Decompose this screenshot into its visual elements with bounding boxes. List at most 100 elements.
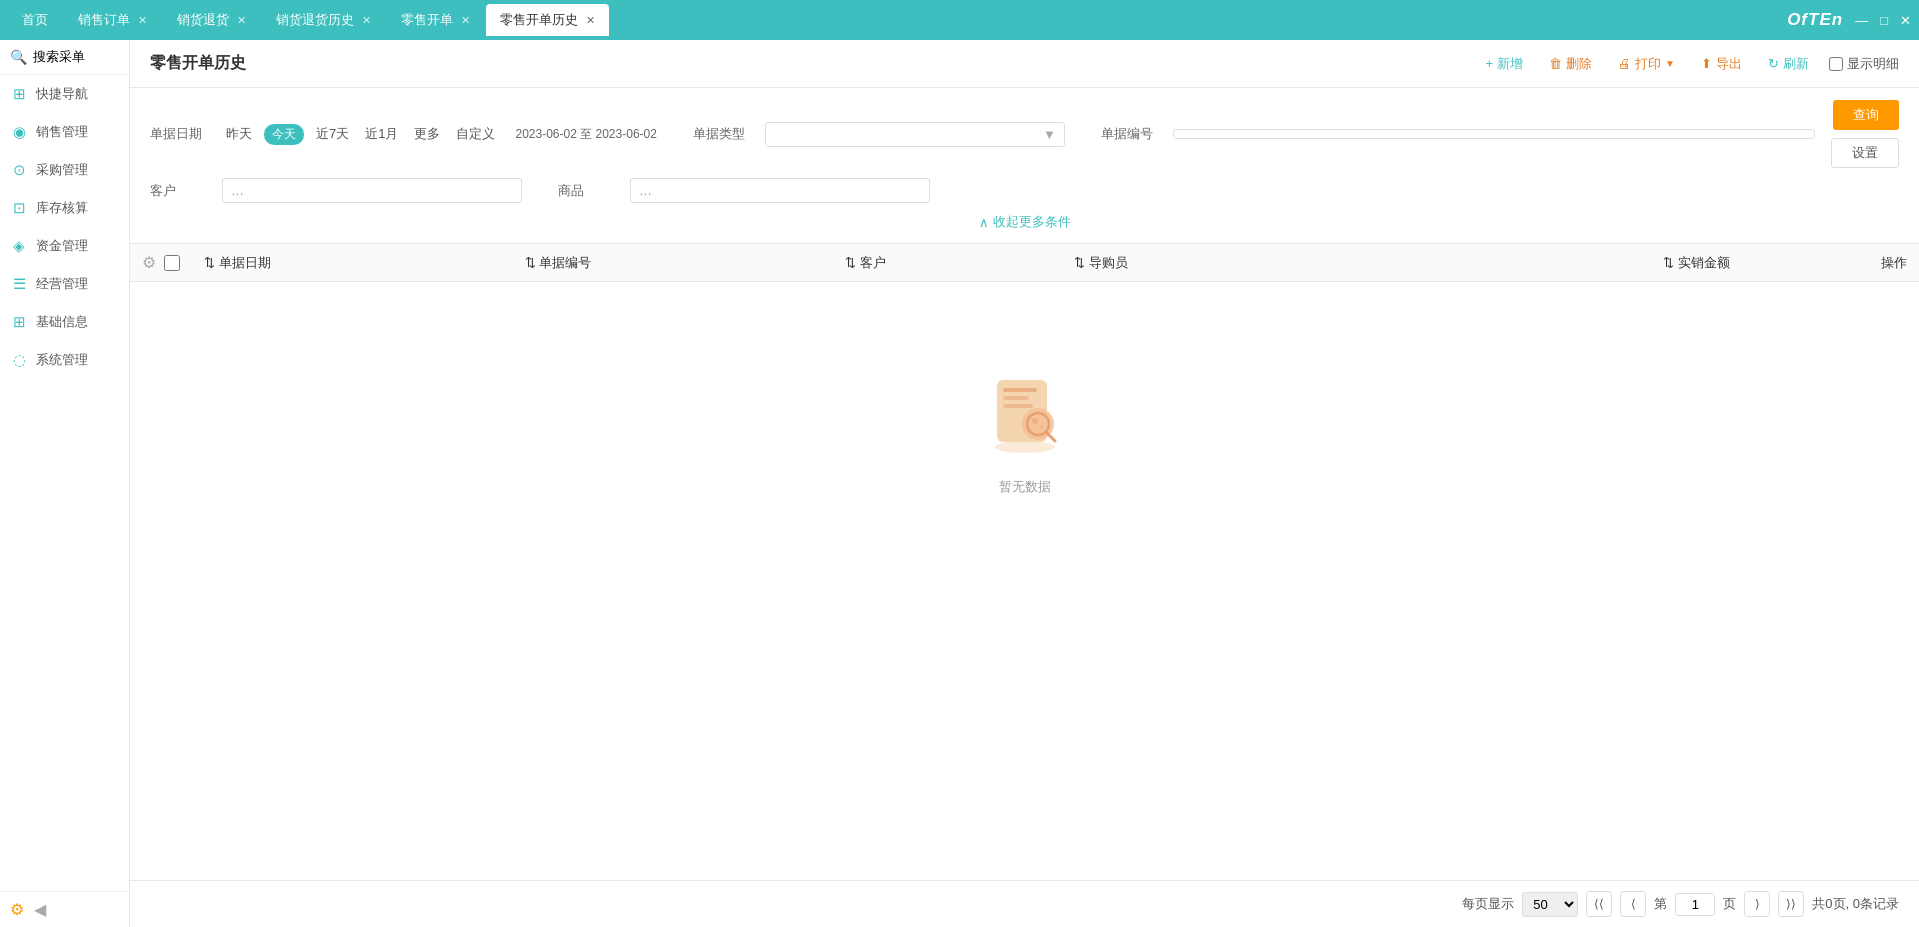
show-detail-toggle[interactable]: 显示明细 [1829, 55, 1899, 73]
date-opt-more[interactable]: 更多 [410, 124, 444, 144]
date-range-display: 2023-06-02 至 2023-06-02 [515, 126, 656, 143]
sidebar-item-sales-mgmt-label: 销售管理 [36, 123, 88, 141]
empty-icon [975, 362, 1075, 462]
tab-retail-history[interactable]: 零售开单历史 ✕ [486, 4, 609, 36]
tab-retail-history-label: 零售开单历史 [500, 11, 578, 29]
date-label: 单据日期 [150, 125, 206, 143]
sidebar: 🔍 搜索采单 ⊞ 快捷导航 ◉ 销售管理 ⊙ 采购管理 ⊡ 库存核算 ◈ 资金管 [0, 40, 130, 927]
tab-retail-open-close[interactable]: ✕ [461, 14, 470, 27]
window-minimize[interactable]: — [1855, 13, 1868, 28]
print-button[interactable]: 🖨 打印 ▼ [1612, 51, 1681, 77]
type-select[interactable]: ▼ [765, 122, 1065, 147]
operations-icon: ☰ [10, 275, 28, 293]
tab-home[interactable]: 首页 [8, 4, 62, 36]
table-settings-icon[interactable]: ⚙ [142, 253, 156, 272]
number-input[interactable] [1173, 129, 1815, 139]
show-detail-checkbox[interactable] [1829, 57, 1843, 71]
th-salesperson: ⇅ 导购员 [1062, 244, 1337, 282]
tab-sales-return[interactable]: 销货退货 ✕ [163, 4, 260, 36]
table-body: 暂无数据 [130, 282, 1919, 557]
export-button[interactable]: ⬆ 导出 [1695, 51, 1748, 77]
table-select-all[interactable] [164, 255, 180, 271]
date-opt-yesterday[interactable]: 昨天 [222, 124, 256, 144]
refresh-icon: ↻ [1768, 56, 1779, 71]
th-customer-text: 客户 [860, 255, 886, 270]
date-opt-today[interactable]: 今天 [264, 124, 304, 145]
tab-sales-return-history[interactable]: 销货退货历史 ✕ [262, 4, 385, 36]
sidebar-item-basic-info[interactable]: ⊞ 基础信息 [0, 303, 129, 341]
sidebar-item-system[interactable]: ◌ 系统管理 [0, 341, 129, 379]
th-salesperson-sort[interactable]: ⇅ [1074, 255, 1089, 270]
sidebar-item-quick-nav[interactable]: ⊞ 快捷导航 [0, 75, 129, 113]
tab-sales-return-history-label: 销货退货历史 [276, 11, 354, 29]
delete-icon: 🗑 [1549, 56, 1562, 71]
goods-input[interactable]: … [630, 178, 930, 203]
refresh-label: 刷新 [1783, 55, 1809, 73]
tab-sales-return-close[interactable]: ✕ [237, 14, 246, 27]
th-amount-sort[interactable]: ⇅ [1663, 255, 1678, 270]
svg-rect-3 [1003, 396, 1029, 400]
tab-sales-order-close[interactable]: ✕ [138, 14, 147, 27]
query-button[interactable]: 查询 [1833, 100, 1899, 130]
sidebar-item-inventory[interactable]: ⊡ 库存核算 [0, 189, 129, 227]
th-number: ⇅ 单据编号 [513, 244, 834, 282]
brand-logo: OfTEn [1787, 10, 1843, 30]
refresh-button[interactable]: ↻ 刷新 [1762, 51, 1815, 77]
delete-button[interactable]: 🗑 删除 [1543, 51, 1598, 77]
sidebar-search-label: 搜索采单 [33, 48, 85, 66]
tab-sales-return-history-close[interactable]: ✕ [362, 14, 371, 27]
per-page-select[interactable]: 50 10 20 100 [1522, 892, 1578, 917]
collapse-button[interactable]: ∧ 收起更多条件 [979, 213, 1071, 231]
sidebar-item-operations[interactable]: ☰ 经营管理 [0, 265, 129, 303]
sidebar-item-finance[interactable]: ◈ 资金管理 [0, 227, 129, 265]
pagination: 每页显示 50 10 20 100 ⟨⟨ ⟨ 第 页 ⟩ ⟩⟩ 共0页, 0条记… [130, 880, 1919, 927]
page-number-input[interactable] [1675, 893, 1715, 916]
add-button[interactable]: + 新增 [1480, 51, 1530, 77]
svg-point-0 [995, 441, 1055, 453]
th-customer-sort[interactable]: ⇅ [845, 255, 860, 270]
page-title: 零售开单历史 [150, 53, 246, 74]
customer-input[interactable]: … [222, 178, 522, 203]
filter-row-1: 单据日期 昨天 今天 近7天 近1月 更多 自定义 2023-06-02 至 2… [150, 100, 1899, 168]
collapse-label: 收起更多条件 [993, 213, 1071, 231]
tab-retail-open[interactable]: 零售开单 ✕ [387, 4, 484, 36]
date-opt-1month[interactable]: 近1月 [361, 124, 402, 144]
page-actions: + 新增 🗑 删除 🖨 打印 ▼ ⬆ 导出 ↻ 刷新 [1480, 51, 1900, 77]
date-opt-7days[interactable]: 近7天 [312, 124, 353, 144]
sidebar-item-sales-mgmt[interactable]: ◉ 销售管理 [0, 113, 129, 151]
type-label: 单据类型 [693, 125, 749, 143]
sidebar-item-finance-label: 资金管理 [36, 237, 88, 255]
th-operations: 操作 [1742, 244, 1919, 282]
setting-button[interactable]: 设置 [1831, 138, 1899, 168]
svg-point-8 [1032, 418, 1038, 424]
tab-sales-order[interactable]: 销售订单 ✕ [64, 4, 161, 36]
pagination-first[interactable]: ⟨⟨ [1586, 891, 1612, 917]
tab-retail-history-close[interactable]: ✕ [586, 14, 595, 27]
search-icon: 🔍 [10, 49, 27, 65]
total-info: 共0页, 0条记录 [1812, 895, 1899, 913]
th-date-text: 单据日期 [219, 255, 271, 270]
page-label: 第 [1654, 895, 1667, 913]
sidebar-collapse-icon[interactable]: ◀ [34, 900, 46, 919]
pagination-prev[interactable]: ⟨ [1620, 891, 1646, 917]
sidebar-item-purchase-mgmt[interactable]: ⊙ 采购管理 [0, 151, 129, 189]
sidebar-item-inventory-label: 库存核算 [36, 199, 88, 217]
window-close[interactable]: ✕ [1900, 13, 1911, 28]
window-maximize[interactable]: □ [1880, 13, 1888, 28]
quick-nav-icon: ⊞ [10, 85, 28, 103]
data-table: ⚙ ⇅ 单据日期 ⇅ 单据编号 ⇅ [130, 244, 1919, 556]
settings-gear-icon[interactable]: ⚙ [10, 900, 24, 919]
date-opt-custom[interactable]: 自定义 [452, 124, 499, 144]
pagination-last[interactable]: ⟩⟩ [1778, 891, 1804, 917]
system-icon: ◌ [10, 351, 28, 369]
table-header: ⚙ ⇅ 单据日期 ⇅ 单据编号 ⇅ [130, 244, 1919, 282]
th-number-sort[interactable]: ⇅ [525, 255, 540, 270]
sidebar-items: ⊞ 快捷导航 ◉ 销售管理 ⊙ 采购管理 ⊡ 库存核算 ◈ 资金管理 ☰ 经营管… [0, 75, 129, 891]
pagination-next[interactable]: ⟩ [1744, 891, 1770, 917]
sidebar-search[interactable]: 🔍 搜索采单 [0, 40, 129, 75]
print-icon: 🖨 [1618, 56, 1631, 71]
svg-line-7 [1047, 433, 1055, 441]
number-label: 单据编号 [1101, 125, 1157, 143]
goods-label: 商品 [558, 182, 614, 200]
filter-area: 单据日期 昨天 今天 近7天 近1月 更多 自定义 2023-06-02 至 2… [130, 88, 1919, 244]
